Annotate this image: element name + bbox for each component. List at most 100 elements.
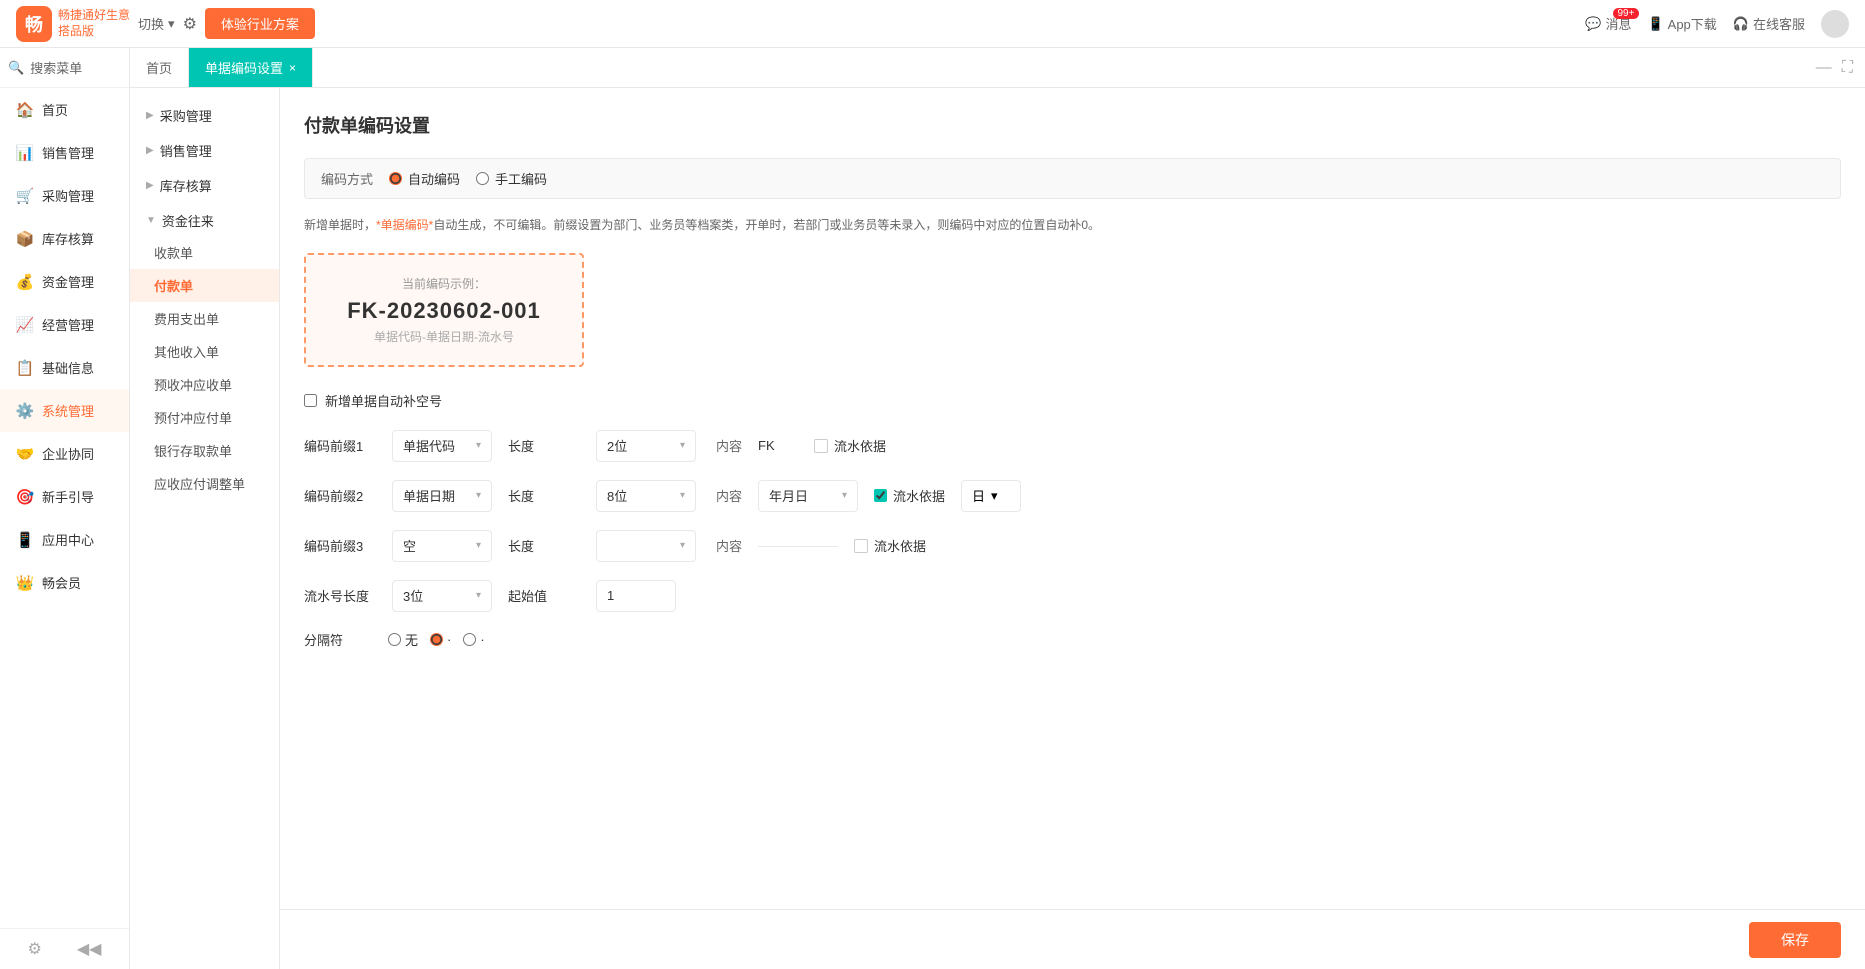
- sub-sidebar: ▶ 采购管理 ▶ 销售管理 ▶ 库存核算: [130, 88, 280, 969]
- encoding-mode-radios: 自动编码 手工编码: [389, 169, 547, 188]
- content2-select[interactable]: 年月日 ▾: [758, 480, 858, 512]
- preview-format: 单据代码-单据日期-流水号: [346, 328, 542, 345]
- prefix1-select[interactable]: 单据代码 ▾: [392, 430, 492, 462]
- leaf-adjustment[interactable]: 应收应付调整单: [130, 467, 279, 500]
- prefix2-chevron-icon: ▾: [476, 490, 481, 501]
- info-text: 新增单据时，*单据编码*自动生成，不可编辑。前缀设置为部门、业务员等档案类，开单…: [304, 215, 1841, 237]
- leaf-advance-receivable[interactable]: 预收冲应收单: [130, 368, 279, 401]
- auto-fill-row[interactable]: 新增单据自动补空号: [304, 391, 1841, 410]
- sidebar-item-basic[interactable]: 📋 基础信息: [0, 346, 129, 389]
- maximize-icon[interactable]: ⛶: [1842, 59, 1853, 77]
- user-avatar[interactable]: [1821, 10, 1849, 38]
- group-purchase-header[interactable]: ▶ 采购管理: [130, 100, 279, 131]
- search-icon: 🔍: [8, 60, 24, 76]
- group-finance: ▼ 资金往来 收款单 付款单 费用支出单 其他收入单 预收冲应收单 预付冲应付单…: [130, 205, 279, 500]
- auto-code-radio[interactable]: 自动编码: [389, 169, 460, 188]
- prefix3-label: 编码前缀3: [304, 536, 376, 555]
- home-icon: 🏠: [16, 101, 34, 119]
- tab-coding[interactable]: 单据编码设置 ×: [189, 48, 313, 87]
- serial3-cb-icon: [854, 539, 868, 553]
- settings-bottom-icon[interactable]: ⚙: [28, 939, 42, 959]
- group-purchase-arrow: ▶: [146, 110, 154, 121]
- online-service-button[interactable]: 🎧 在线客服: [1733, 14, 1805, 33]
- leaf-receipt[interactable]: 收款单: [130, 236, 279, 269]
- group-sales-header[interactable]: ▶ 销售管理: [130, 135, 279, 166]
- length2-select[interactable]: 8位 ▾: [596, 480, 696, 512]
- operation-icon: 📈: [16, 316, 34, 334]
- leaf-bank[interactable]: 银行存取款单: [130, 434, 279, 467]
- inventory-icon: 📦: [16, 230, 34, 248]
- guide-icon: 🎯: [16, 488, 34, 506]
- serial-length-select[interactable]: 3位 ▾: [392, 580, 492, 612]
- sidebar-item-guide[interactable]: 🎯 新手引导: [0, 475, 129, 518]
- serial3-checkbox[interactable]: 流水依据: [854, 536, 926, 555]
- leaf-payment[interactable]: 付款单: [130, 269, 279, 302]
- separator-row: 分隔符 无 · ·: [304, 630, 1841, 649]
- sidebar-item-member[interactable]: 👑 畅会员: [0, 561, 129, 604]
- dropdown-arrow-icon: ▾: [168, 16, 175, 32]
- sidebar-item-home[interactable]: 🏠 首页: [0, 88, 129, 131]
- group-sales: ▶ 销售管理: [130, 135, 279, 166]
- collapse-icon[interactable]: ◀◀: [77, 939, 102, 959]
- sidebar-item-purchase[interactable]: 🛒 采购管理: [0, 174, 129, 217]
- sidebar-item-inventory[interactable]: 📦 库存核算: [0, 217, 129, 260]
- group-finance-header[interactable]: ▼ 资金往来: [130, 205, 279, 236]
- serial-length-label: 流水号长度: [304, 586, 376, 605]
- sidebar-item-system[interactable]: ⚙️ 系统管理: [0, 389, 129, 432]
- sep-none-radio[interactable]: 无: [388, 630, 418, 649]
- sub-layout: ▶ 采购管理 ▶ 销售管理 ▶ 库存核算: [130, 88, 1865, 969]
- sep-dot-radio[interactable]: ·: [430, 632, 451, 647]
- tab-home[interactable]: 首页: [130, 48, 189, 87]
- length3-label: 长度: [508, 536, 580, 555]
- day-select[interactable]: 日 ▾: [961, 480, 1021, 512]
- start-value-input[interactable]: [596, 580, 676, 612]
- serial1-cb-icon: [814, 439, 828, 453]
- trial-button[interactable]: 体验行业方案: [205, 8, 315, 39]
- prefix2-select[interactable]: 单据日期 ▾: [392, 480, 492, 512]
- sidebar-item-appcenter[interactable]: 📱 应用中心: [0, 518, 129, 561]
- prefix3-select[interactable]: 空 ▾: [392, 530, 492, 562]
- search-menu[interactable]: 🔍 搜索菜单: [0, 48, 129, 88]
- content1-label: 内容: [716, 436, 742, 455]
- basic-icon: 📋: [16, 359, 34, 377]
- length3-select[interactable]: ▾: [596, 530, 696, 562]
- encoding-mode-label: 编码方式: [321, 169, 373, 188]
- manual-code-radio[interactable]: 手工编码: [476, 169, 547, 188]
- form-title: 付款单编码设置: [304, 112, 1841, 138]
- message-button[interactable]: 💬 消息 99+: [1585, 14, 1631, 33]
- sidebar-item-enterprise[interactable]: 🤝 企业协同: [0, 432, 129, 475]
- app-dropdown[interactable]: 切换 ▾: [138, 14, 175, 33]
- tab-bar-actions: — ⛶: [1804, 48, 1865, 87]
- serial-length-row: 流水号长度 3位 ▾ 起始值: [304, 580, 1841, 612]
- sep-dash-radio[interactable]: ·: [463, 632, 484, 647]
- group-inventory-header[interactable]: ▶ 库存核算: [130, 170, 279, 201]
- leaf-other-income[interactable]: 其他收入单: [130, 335, 279, 368]
- serial1-checkbox[interactable]: 流水依据: [814, 436, 886, 455]
- save-button[interactable]: 保存: [1749, 922, 1841, 958]
- headset-icon: 🎧: [1733, 16, 1749, 32]
- app-download-button[interactable]: 📱 App下载: [1647, 14, 1716, 33]
- preview-label: 当前编码示例：: [346, 275, 542, 292]
- tab-bar: 首页 单据编码设置 × — ⛶: [130, 48, 1865, 88]
- tab-close-icon[interactable]: ×: [289, 61, 296, 75]
- group-inventory-arrow: ▶: [146, 180, 154, 191]
- auto-fill-checkbox[interactable]: [304, 394, 317, 407]
- phone-icon: 📱: [1647, 16, 1663, 32]
- prefix1-label: 编码前缀1: [304, 436, 376, 455]
- system-icon: ⚙️: [16, 402, 34, 420]
- sidebar-item-operation[interactable]: 📈 经营管理: [0, 303, 129, 346]
- sidebar-item-sales[interactable]: 📊 销售管理: [0, 131, 129, 174]
- sidebar-item-finance[interactable]: 💰 资金管理: [0, 260, 129, 303]
- leaf-advance-payable[interactable]: 预付冲应付单: [130, 401, 279, 434]
- leaf-expense[interactable]: 费用支出单: [130, 302, 279, 335]
- group-inventory: ▶ 库存核算: [130, 170, 279, 201]
- settings-icon[interactable]: ⚙: [183, 14, 197, 34]
- logo: 畅 畅捷通好生意 搭品版: [16, 6, 130, 42]
- serial2-checkbox[interactable]: 流水依据: [874, 486, 945, 505]
- sidebar-bottom: ⚙ ◀◀: [0, 928, 129, 969]
- content2-chevron-icon: ▾: [842, 490, 847, 501]
- length1-select[interactable]: 2位 ▾: [596, 430, 696, 462]
- prefix1-chevron-icon: ▾: [476, 440, 481, 451]
- minimize-icon[interactable]: —: [1816, 59, 1832, 77]
- enterprise-icon: 🤝: [16, 445, 34, 463]
